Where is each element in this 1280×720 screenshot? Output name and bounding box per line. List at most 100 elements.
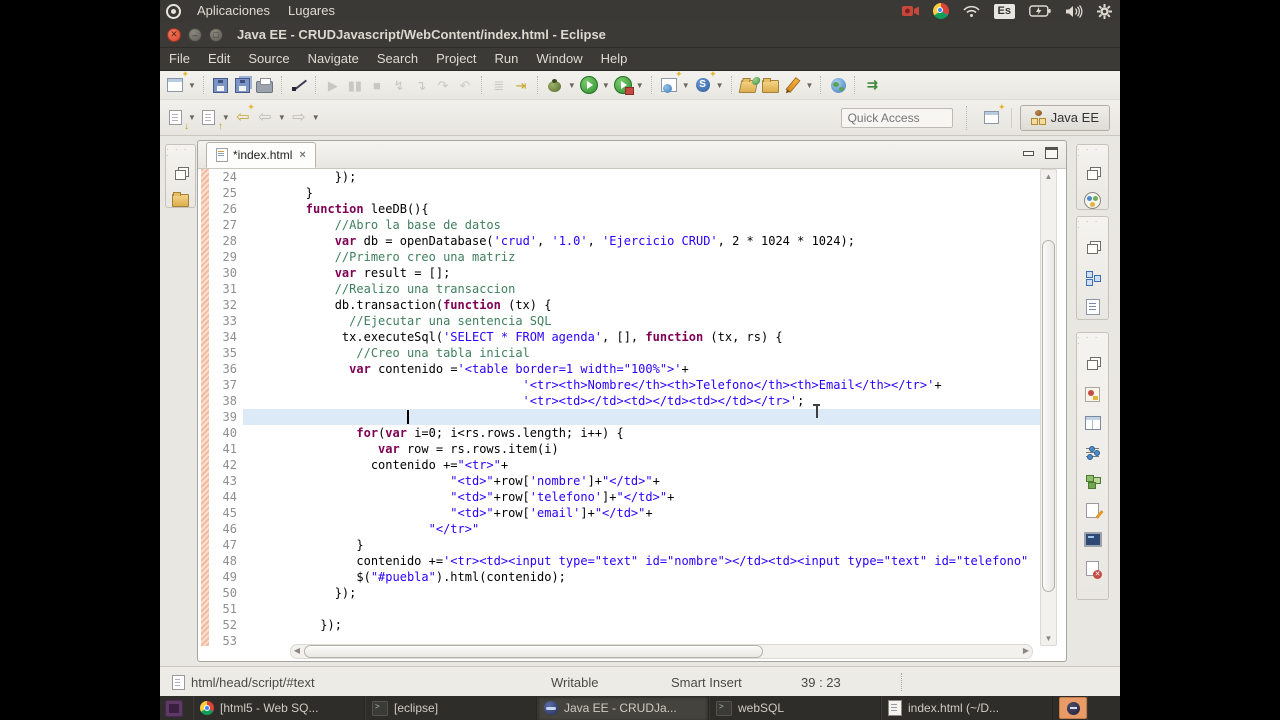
scroll-right-arrow[interactable]: ▶: [1020, 645, 1032, 658]
menu-item-run[interactable]: Run: [486, 48, 528, 70]
window-minimize-button[interactable]: –: [188, 27, 202, 42]
code-line-28[interactable]: 28 var db = openDatabase('crud', '1.0', …: [199, 233, 1041, 249]
console-view-icon[interactable]: [1082, 528, 1104, 550]
back-dropdown-icon[interactable]: ▼: [278, 113, 286, 122]
taskbar-item-index-html-d-[interactable]: index.html (~/D...: [881, 696, 1053, 720]
code-line-40[interactable]: 40 for(var i=0; i<rs.rows.length; i++) {: [199, 425, 1041, 441]
step-return-button[interactable]: ↶: [455, 74, 475, 96]
menu-item-source[interactable]: Source: [239, 48, 298, 70]
debug-button[interactable]: [545, 74, 565, 96]
code-line-49[interactable]: 49 $("#puebla").html(contenido);: [199, 569, 1041, 585]
code-line-30[interactable]: 30 var result = [];: [199, 265, 1041, 281]
places-menu[interactable]: Lugares: [279, 0, 344, 22]
project-explorer-icon[interactable]: [170, 190, 192, 207]
code-line-42[interactable]: 42 contenido +="<tr>"+: [199, 457, 1041, 473]
keyboard-layout-indicator[interactable]: Es: [993, 3, 1015, 19]
window-maximize-button[interactable]: □: [209, 27, 223, 42]
last-edit-location-button[interactable]: ⇦ ✦: [233, 102, 255, 129]
use-step-filters-button[interactable]: ⇥: [511, 74, 531, 96]
taskbar-item-java-ee-crudja-[interactable]: Java EE - CRUDJa...: [537, 696, 709, 720]
maximize-editor-icon[interactable]: [1045, 147, 1058, 159]
restore-view-icon[interactable]: [1082, 166, 1104, 184]
terminate-button[interactable]: ■: [367, 74, 387, 96]
run-dropdown-icon[interactable]: ▼: [602, 81, 610, 90]
code-line-48[interactable]: 48 contenido +='<tr><td><input type="tex…: [199, 553, 1041, 569]
web-browser-button[interactable]: [828, 74, 848, 96]
code-line-31[interactable]: 31 //Realizo una transaccion: [199, 281, 1041, 297]
taskbar-item-websql[interactable]: webSQL: [709, 696, 881, 720]
scroll-down-arrow[interactable]: ▼: [1041, 632, 1056, 645]
quick-edit-view-icon[interactable]: [1082, 441, 1104, 463]
code-line-47[interactable]: 47 }: [199, 537, 1041, 553]
code-line-38[interactable]: 38 '<tr><td></td><td></td><td></td></tr>…: [199, 393, 1041, 409]
code-line-35[interactable]: 35 //Creo una tabla inicial: [199, 345, 1041, 361]
new-web-dropdown-icon[interactable]: ▼: [682, 81, 690, 90]
taskbar-item--eclipse-[interactable]: [eclipse]: [365, 696, 537, 720]
wifi-icon[interactable]: [962, 5, 980, 17]
snippets-view-icon[interactable]: [1082, 470, 1104, 492]
suspend-button[interactable]: ▮▮: [345, 74, 365, 96]
vertical-scroll-thumb[interactable]: [1042, 240, 1055, 592]
vertical-scrollbar[interactable]: ▲ ▼: [1040, 169, 1057, 646]
code-line-39[interactable]: 39: [199, 409, 1041, 425]
code-line-36[interactable]: 36 var contenido ='<table border=1 width…: [199, 361, 1041, 377]
skip-breakpoints-button[interactable]: [289, 74, 309, 96]
code-line-41[interactable]: 41 var row = rs.rows.item(i): [199, 441, 1041, 457]
code-line-32[interactable]: 32 db.transaction(function (tx) {: [199, 297, 1041, 313]
back-button[interactable]: ⇦: [255, 107, 275, 129]
previous-annotation-dropdown-icon[interactable]: ▼: [222, 113, 230, 122]
next-annotation-dropdown-icon[interactable]: ▼: [188, 113, 196, 122]
open-folder-button[interactable]: [761, 74, 781, 96]
battery-icon[interactable]: [1029, 5, 1051, 17]
outline-view-icon[interactable]: [1082, 267, 1104, 289]
properties-view-icon[interactable]: [1082, 412, 1104, 434]
step-into-button[interactable]: ↴: [411, 74, 431, 96]
quick-access-input[interactable]: [840, 107, 953, 128]
code-line-44[interactable]: 44 "<td>"+row['telefono']+"</td>"+: [199, 489, 1041, 505]
next-annotation-button[interactable]: ↓: [165, 107, 189, 132]
volume-icon[interactable]: [1065, 4, 1083, 18]
run-button[interactable]: [579, 74, 599, 96]
screen-recorder-icon[interactable]: [901, 5, 919, 17]
workspace-mini-icon[interactable]: [165, 699, 183, 717]
new-wizard-button[interactable]: ✦: [165, 69, 189, 96]
minimize-editor-icon[interactable]: [1022, 147, 1034, 157]
restore-view-icon[interactable]: [1082, 238, 1104, 260]
documentation-view-icon[interactable]: [1082, 499, 1104, 521]
menu-item-navigate[interactable]: Navigate: [299, 48, 368, 70]
applications-menu[interactable]: Aplicaciones: [188, 0, 279, 22]
code-line-27[interactable]: 27 //Abro la base de datos: [199, 217, 1041, 233]
menu-item-project[interactable]: Project: [427, 48, 485, 70]
code-line-37[interactable]: 37 '<tr><th>Nombre</th><th>Telefono</th>…: [199, 377, 1041, 393]
code-editor[interactable]: 23 ' ', ' ', ' ', ' ', ' ', ' ', ' ', ' …: [199, 169, 1065, 660]
code-line-52[interactable]: 52 });: [199, 617, 1041, 633]
menu-item-edit[interactable]: Edit: [199, 48, 239, 70]
eclipse-launcher-highlighted-icon[interactable]: [1059, 697, 1087, 719]
save-all-button[interactable]: [233, 74, 253, 96]
gear-icon[interactable]: [1097, 3, 1112, 19]
new-servlet-dropdown-icon[interactable]: ▼: [716, 81, 724, 90]
previous-annotation-button[interactable]: ↑: [199, 107, 223, 132]
code-line-50[interactable]: 50 });: [199, 585, 1041, 601]
mark-occurrences-button[interactable]: [783, 74, 803, 96]
markers-view-icon[interactable]: [1082, 383, 1104, 405]
drop-to-frame-button[interactable]: ≣: [489, 74, 509, 96]
external-tools-dropdown-icon[interactable]: ▼: [636, 81, 644, 90]
step-over-button[interactable]: ↷: [433, 74, 453, 96]
menu-item-window[interactable]: Window: [527, 48, 591, 70]
import-web-button[interactable]: [738, 74, 759, 96]
resume-button[interactable]: ▶: [323, 74, 343, 96]
servers-view-icon[interactable]: [1082, 191, 1104, 209]
editor-tab-index-html[interactable]: *index.html ×: [206, 142, 316, 168]
external-tools-button[interactable]: [613, 74, 634, 96]
code-line-33[interactable]: 33 //Ejecutar una sentencia SQL: [199, 313, 1041, 329]
synchronize-button[interactable]: ⇉: [862, 74, 882, 96]
code-line-34[interactable]: 34 tx.executeSql('SELECT * FROM agenda',…: [199, 329, 1041, 345]
forward-button[interactable]: ⇨: [289, 107, 309, 129]
menu-item-help[interactable]: Help: [592, 48, 637, 70]
debug-dropdown-icon[interactable]: ▼: [568, 81, 576, 90]
code-line-29[interactable]: 29 //Primero creo una matriz: [199, 249, 1041, 265]
code-line-24[interactable]: 24 });: [199, 169, 1041, 185]
code-line-51[interactable]: 51: [199, 601, 1041, 617]
pen-dropdown-icon[interactable]: ▼: [806, 81, 814, 90]
